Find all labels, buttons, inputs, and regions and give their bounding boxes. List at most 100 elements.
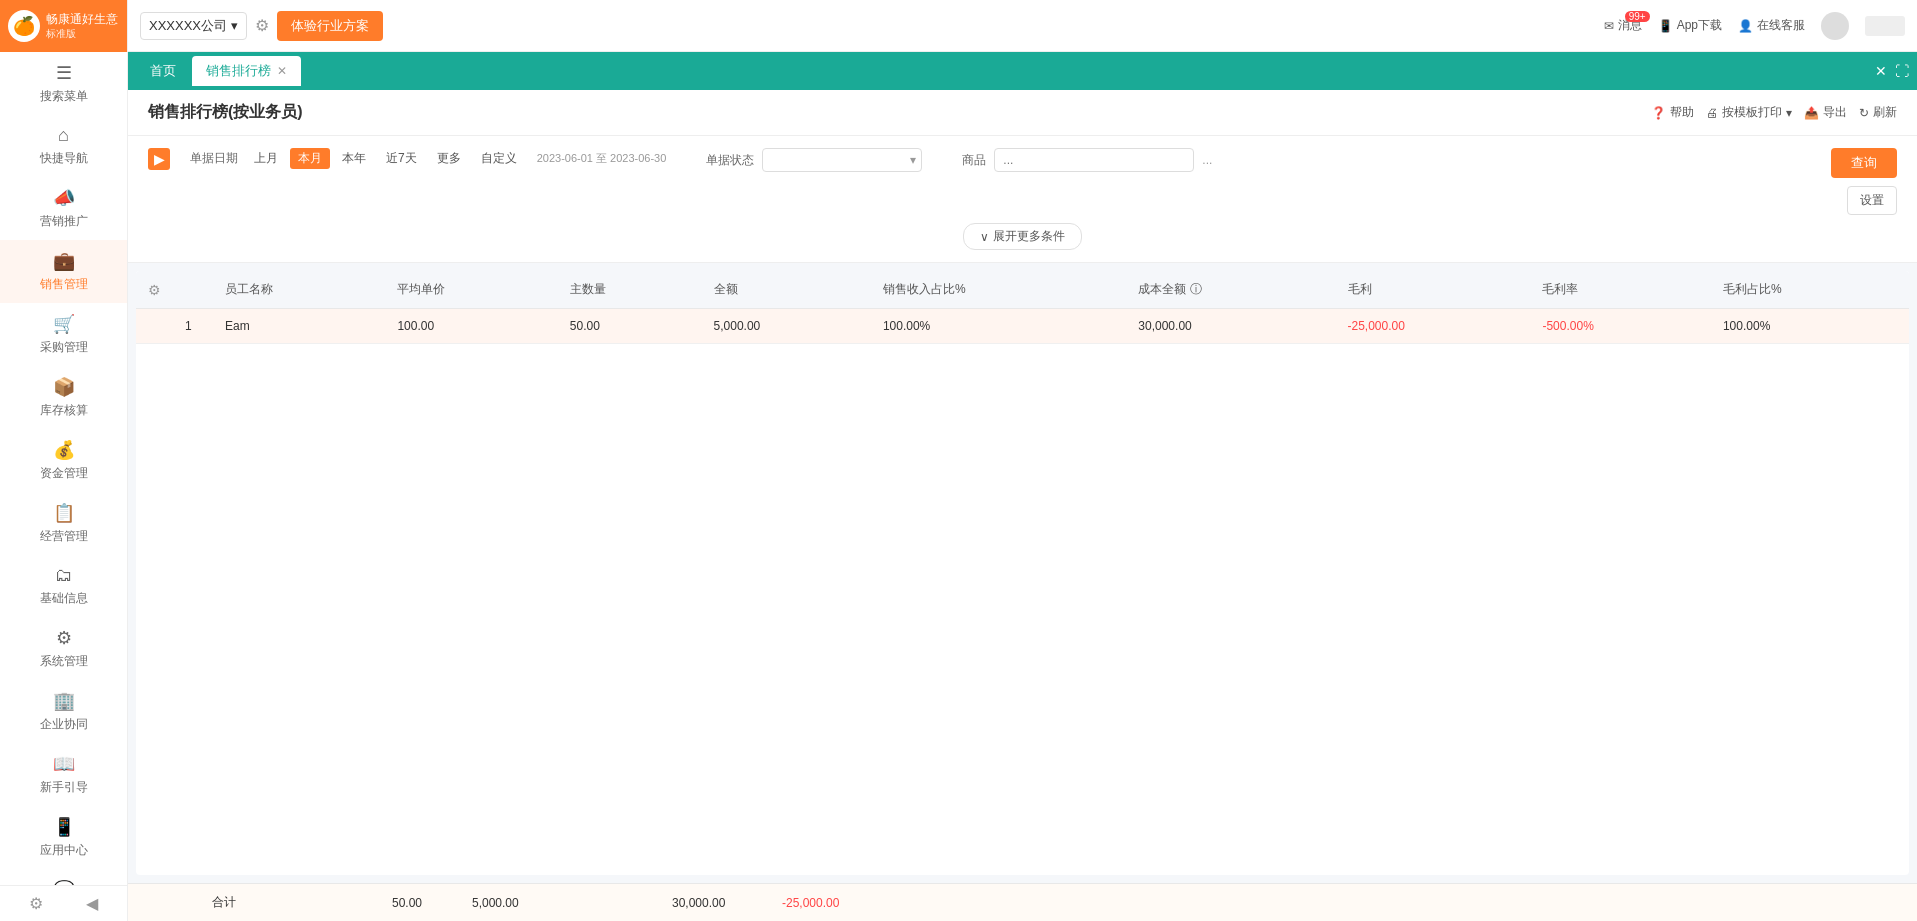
help-label: 帮助 — [1670, 104, 1694, 121]
query-btn[interactable]: 查询 — [1831, 148, 1897, 178]
main-area: XXXXXX公司 ▾ ⚙ 体验行业方案 ✉ 消息 99+ 📱 App下载 👤 在… — [128, 0, 1917, 921]
table-header-row: ⚙ 员工名称 平均单价 主数量 全额 销售收入占比% 成本全额 ⓘ 毛利 毛利率… — [136, 271, 1909, 309]
row-main-qty: 50.00 — [558, 309, 702, 344]
enterprise-icon: 🏢 — [53, 690, 75, 712]
date-tab-this-month[interactable]: 本月 — [290, 148, 330, 169]
goods-input[interactable] — [994, 148, 1194, 172]
col-cost-amount: 成本全额 ⓘ — [1126, 271, 1335, 309]
app-download-item[interactable]: 📱 App下载 — [1658, 17, 1722, 34]
tab-minimize-icon[interactable]: ✕ — [1875, 63, 1887, 79]
sidebar-item-label: 系统管理 — [40, 653, 88, 670]
sidebar-item-wechat[interactable]: 💬 企业微信 — [0, 869, 127, 885]
sidebar-item-enterprise[interactable]: 🏢 企业协同 — [0, 680, 127, 743]
tab-maximize-icon[interactable]: ⛶ — [1895, 63, 1909, 79]
sidebar-item-quick-nav[interactable]: ⌂ 快捷导航 — [0, 115, 127, 177]
date-range: 2023-06-01 至 2023-06-30 — [537, 151, 667, 166]
industry-btn[interactable]: 体验行业方案 — [277, 11, 383, 41]
sidebar-settings-icon[interactable]: ⚙ — [29, 894, 43, 913]
filter-toggle-btn[interactable]: ▶ — [148, 148, 170, 170]
sidebar-item-guide[interactable]: 📖 新手引导 — [0, 743, 127, 806]
sidebar-item-operations[interactable]: 📋 经营管理 — [0, 492, 127, 555]
col-main-qty: 主数量 — [558, 271, 702, 309]
sidebar-item-label: 资金管理 — [40, 465, 88, 482]
sidebar-item-search-order[interactable]: ☰ 搜索菜单 — [0, 52, 127, 115]
inventory-icon: 📦 — [53, 376, 75, 398]
page-actions: ❓ 帮助 🖨 按模板打印 ▾ 📤 导出 ↻ 刷新 — [1651, 104, 1897, 121]
date-tab-last-month[interactable]: 上月 — [246, 148, 286, 169]
date-tabs: 上月 本月 本年 近7天 更多 自定义 — [246, 148, 525, 169]
sidebar-item-inventory[interactable]: 📦 库存核算 — [0, 366, 127, 429]
tab-home[interactable]: 首页 — [136, 56, 190, 86]
date-tab-more[interactable]: 更多 — [429, 148, 469, 169]
tab-sales-ranking[interactable]: 销售排行榜 ✕ — [192, 56, 301, 86]
filter-settings-btn[interactable]: 设置 — [1847, 186, 1897, 215]
col-settings-icon[interactable]: ⚙ — [148, 282, 161, 298]
app-download-label: App下载 — [1677, 17, 1722, 34]
template-print-btn[interactable]: 🖨 按模板打印 ▾ — [1706, 104, 1792, 121]
sidebar-item-purchase[interactable]: 🛒 采购管理 — [0, 303, 127, 366]
tabbar: 首页 销售排行榜 ✕ ✕ ⛶ — [128, 52, 1917, 90]
col-gross-rate: 毛利率 — [1530, 271, 1711, 309]
online-service-item[interactable]: 👤 在线客服 — [1738, 17, 1805, 34]
topbar-right: ✉ 消息 99+ 📱 App下载 👤 在线客服 — [1604, 12, 1905, 40]
chevron-down-icon: ▾ — [231, 18, 238, 33]
expand-label: 展开更多条件 — [993, 228, 1065, 245]
col-sales-ratio: 销售收入占比% — [871, 271, 1126, 309]
export-btn[interactable]: 📤 导出 — [1804, 104, 1847, 121]
sidebar-item-apps[interactable]: 📱 应用中心 — [0, 806, 127, 869]
avatar[interactable] — [1821, 12, 1849, 40]
company-name: XXXXXX公司 — [149, 17, 227, 35]
date-tab-last-7days[interactable]: 近7天 — [378, 148, 425, 169]
operations-icon: 📋 — [53, 502, 75, 524]
topbar: XXXXXX公司 ▾ ⚙ 体验行业方案 ✉ 消息 99+ 📱 App下载 👤 在… — [128, 0, 1917, 52]
app-download-icon: 📱 — [1658, 19, 1673, 33]
print-icon: 🖨 — [1706, 106, 1718, 120]
col-amount: 全额 — [702, 271, 871, 309]
topbar-settings-icon[interactable]: ⚙ — [255, 16, 269, 35]
expand-more-btn[interactable]: ∨ 展开更多条件 — [963, 223, 1082, 250]
export-label: 导出 — [1823, 104, 1847, 121]
logo-icon: 🍊 — [8, 10, 40, 42]
date-filter-label: 单据日期 — [190, 150, 238, 167]
date-filter-group: 单据日期 上月 本月 本年 近7天 更多 自定义 2023-06-01 至 20… — [190, 148, 666, 169]
row-cost-amount: 30,000.00 — [1126, 309, 1335, 344]
logo-title: 畅康通好生意 — [46, 12, 118, 28]
row-gross-ratio: 100.00% — [1711, 309, 1909, 344]
apps-icon: 📱 — [53, 816, 75, 838]
status-select[interactable] — [762, 148, 922, 172]
search-order-icon: ☰ — [56, 62, 72, 84]
refresh-btn[interactable]: ↻ 刷新 — [1859, 104, 1897, 121]
sidebar-item-basic-info[interactable]: 🗂 基础信息 — [0, 555, 127, 617]
footer-cost-amount: 30,000.00 — [660, 896, 770, 910]
sidebar-item-finance[interactable]: 💰 资金管理 — [0, 429, 127, 492]
sidebar-collapse-icon[interactable]: ◀ — [86, 894, 98, 913]
help-btn[interactable]: ❓ 帮助 — [1651, 104, 1694, 121]
row-sales-ratio: 100.00% — [871, 309, 1126, 344]
tab-close-icon[interactable]: ✕ — [277, 64, 287, 78]
sidebar-item-label: 经营管理 — [40, 528, 88, 545]
message-item[interactable]: ✉ 消息 99+ — [1604, 17, 1642, 34]
more-filter-btn[interactable]: ... — [1202, 153, 1212, 167]
ranking-table: ⚙ 员工名称 平均单价 主数量 全额 销售收入占比% 成本全额 ⓘ 毛利 毛利率… — [136, 271, 1909, 344]
sidebar-item-label: 库存核算 — [40, 402, 88, 419]
purchase-icon: 🛒 — [53, 313, 75, 335]
online-service-label: 在线客服 — [1757, 17, 1805, 34]
sidebar-logo: 🍊 畅康通好生意 标准版 — [0, 0, 127, 52]
sidebar-item-marketing[interactable]: 📣 营销推广 — [0, 177, 127, 240]
tab-label: 销售排行榜 — [206, 62, 271, 80]
sidebar-item-system[interactable]: ⚙ 系统管理 — [0, 617, 127, 680]
sidebar-item-label: 应用中心 — [40, 842, 88, 859]
col-gross-profit: 毛利 — [1336, 271, 1531, 309]
sidebar-bottom: ⚙ ◀ — [0, 885, 127, 921]
company-selector[interactable]: XXXXXX公司 ▾ — [140, 12, 247, 40]
footer-gross-profit: -25,000.00 — [770, 896, 880, 910]
sidebar-item-sales[interactable]: 💼 销售管理 — [0, 240, 127, 303]
page-title: 销售排行榜(按业务员) — [148, 102, 303, 123]
date-tab-this-year[interactable]: 本年 — [334, 148, 374, 169]
table-footer: 合计 50.00 5,000.00 30,000.00 -25,000.00 — [128, 883, 1917, 921]
finance-icon: 💰 — [53, 439, 75, 461]
date-tab-custom[interactable]: 自定义 — [473, 148, 525, 169]
sidebar: 🍊 畅康通好生意 标准版 ☰ 搜索菜单 ⌂ 快捷导航 📣 营销推广 💼 销售管理… — [0, 0, 128, 921]
guide-icon: 📖 — [53, 753, 75, 775]
filter-area: ▶ 单据日期 上月 本月 本年 近7天 更多 自定义 2023-06-01 至 … — [128, 136, 1917, 263]
